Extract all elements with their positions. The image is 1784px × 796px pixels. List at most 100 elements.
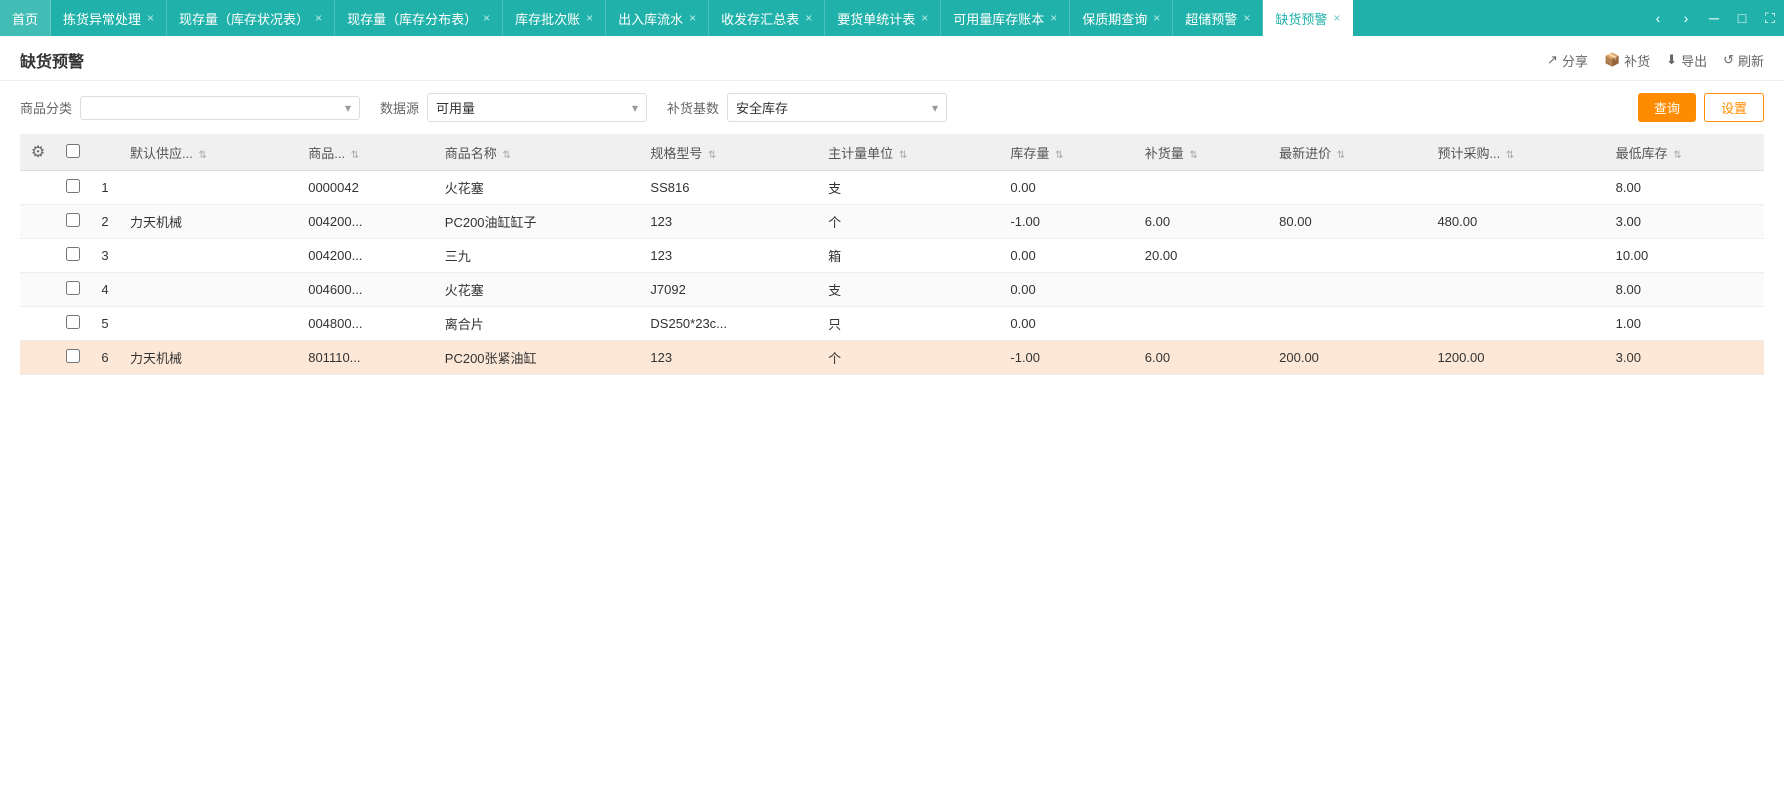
- settings-button[interactable]: 设置: [1704, 93, 1764, 122]
- row-supplier-cell: 力天机械: [120, 205, 298, 239]
- replenish-base-chevron-icon: ▾: [932, 101, 938, 115]
- replenish-base-select[interactable]: 安全库存 ▾: [727, 93, 947, 122]
- tab-abnormal[interactable]: 拣货异常处理 ×: [51, 0, 167, 36]
- row-product-name-cell: 火花塞: [435, 171, 641, 205]
- datasource-select[interactable]: 可用量 ▾: [427, 93, 647, 122]
- col-no-header: [90, 134, 120, 171]
- tab-close-shortage[interactable]: ×: [1333, 11, 1340, 25]
- export-icon: ⬇: [1666, 52, 1677, 68]
- row-estimated-purchase-cell: [1427, 307, 1605, 341]
- row-product-code-cell: 004800...: [298, 307, 435, 341]
- row-replenish-qty-cell: 6.00: [1135, 341, 1269, 375]
- stock-qty-sort-icon[interactable]: ⇅: [1055, 150, 1063, 161]
- tab-stock-batch[interactable]: 库存批次账 ×: [503, 0, 606, 36]
- row-checkbox-0[interactable]: [66, 179, 80, 193]
- estimated-purchase-sort-icon[interactable]: ⇅: [1506, 150, 1514, 161]
- col-latest-price-header: 最新进价 ⇅: [1269, 134, 1427, 171]
- share-action[interactable]: ↗ 分享: [1547, 51, 1588, 70]
- tab-collect-summary[interactable]: 收发存汇总表 ×: [709, 0, 825, 36]
- data-table: ⚙ 默认供应... ⇅ 商品... ⇅ 商品名称: [20, 134, 1764, 375]
- supplier-sort-icon[interactable]: ⇅: [198, 150, 206, 161]
- table-row: 4 004600... 火花塞 J7092 支 0.00 8.00: [20, 273, 1764, 307]
- row-min-stock-cell: 1.00: [1606, 307, 1764, 341]
- table-header-row: ⚙ 默认供应... ⇅ 商品... ⇅ 商品名称: [20, 134, 1764, 171]
- category-filter-group: 商品分类 ▾: [20, 96, 360, 120]
- tab-overstock[interactable]: 超储预警 ×: [1173, 0, 1263, 36]
- tab-stock-status[interactable]: 现存量（库存状况表） ×: [167, 0, 335, 36]
- tab-order-stat[interactable]: 要货单统计表 ×: [825, 0, 941, 36]
- row-supplier-cell: [120, 273, 298, 307]
- refresh-action[interactable]: ↺ 刷新: [1723, 51, 1764, 70]
- tab-home[interactable]: 首页: [0, 0, 51, 36]
- row-unit-cell: 个: [818, 341, 1000, 375]
- row-settings-cell: [20, 273, 56, 307]
- tab-close-abnormal[interactable]: ×: [147, 11, 154, 25]
- tab-close-inout-flow[interactable]: ×: [689, 11, 696, 25]
- row-estimated-purchase-cell: 480.00: [1427, 205, 1605, 239]
- row-supplier-cell: [120, 307, 298, 341]
- tab-close-collect-summary[interactable]: ×: [805, 11, 812, 25]
- replenish-base-label: 补货基数: [667, 98, 719, 117]
- select-all-checkbox[interactable]: [66, 144, 80, 158]
- export-action[interactable]: ⬇ 导出: [1666, 51, 1707, 70]
- tab-nav-prev[interactable]: ‹: [1644, 10, 1672, 26]
- product-name-sort-icon[interactable]: ⇅: [502, 150, 510, 161]
- tab-maximize-btn[interactable]: □: [1728, 10, 1756, 26]
- table-row: 2 力天机械 004200... PC200油缸缸子 123 个 -1.00 6…: [20, 205, 1764, 239]
- row-checkbox-cell: [56, 239, 90, 273]
- row-settings-cell: [20, 171, 56, 205]
- row-product-name-cell: PC200张紧油缸: [435, 341, 641, 375]
- tab-fullscreen-btn[interactable]: ⛶: [1756, 10, 1784, 27]
- row-latest-price-cell: [1269, 307, 1427, 341]
- min-stock-sort-icon[interactable]: ⇅: [1673, 150, 1681, 161]
- tab-expiry[interactable]: 保质期查询 ×: [1070, 0, 1173, 36]
- category-select[interactable]: ▾: [80, 96, 360, 120]
- tab-close-order-stat[interactable]: ×: [921, 11, 928, 25]
- tab-close-stock-status[interactable]: ×: [315, 11, 322, 25]
- page-header: 缺货预警 ↗ 分享 📦 补货 ⬇ 导出 ↺ 刷新: [0, 36, 1784, 81]
- row-latest-price-cell: [1269, 171, 1427, 205]
- tab-close-stock-dist[interactable]: ×: [483, 11, 490, 25]
- replenish-qty-sort-icon[interactable]: ⇅: [1189, 150, 1197, 161]
- col-checkbox-header: [56, 134, 90, 171]
- tab-close-available-ledger[interactable]: ×: [1050, 11, 1057, 25]
- row-checkbox-5[interactable]: [66, 349, 80, 363]
- filter-actions: 查询 设置: [1638, 93, 1764, 122]
- row-checkbox-3[interactable]: [66, 281, 80, 295]
- row-supplier-cell: 力天机械: [120, 341, 298, 375]
- tab-nav-next[interactable]: ›: [1672, 10, 1700, 26]
- datasource-label: 数据源: [380, 98, 419, 117]
- tab-available-ledger[interactable]: 可用量库存账本 ×: [941, 0, 1070, 36]
- datasource-filter-group: 数据源 可用量 ▾: [380, 93, 647, 122]
- datasource-chevron-icon: ▾: [632, 101, 638, 115]
- product-code-sort-icon[interactable]: ⇅: [351, 150, 359, 161]
- tab-close-stock-batch[interactable]: ×: [586, 11, 593, 25]
- row-product-code-cell: 801110...: [298, 341, 435, 375]
- row-checkbox-2[interactable]: [66, 247, 80, 261]
- tab-close-overstock[interactable]: ×: [1243, 11, 1250, 25]
- row-supplier-cell: [120, 171, 298, 205]
- row-min-stock-cell: 3.00: [1606, 341, 1764, 375]
- tab-shortage[interactable]: 缺货预警 ×: [1263, 0, 1353, 36]
- replenish-action[interactable]: 📦 补货: [1604, 51, 1650, 70]
- row-replenish-qty-cell: [1135, 273, 1269, 307]
- row-checkbox-4[interactable]: [66, 315, 80, 329]
- row-product-code-cell: 004600...: [298, 273, 435, 307]
- row-product-code-cell: 004200...: [298, 239, 435, 273]
- tab-close-expiry[interactable]: ×: [1153, 11, 1160, 25]
- latest-price-sort-icon[interactable]: ⇅: [1337, 150, 1345, 161]
- row-product-name-cell: PC200油缸缸子: [435, 205, 641, 239]
- row-product-name-cell: 火花塞: [435, 273, 641, 307]
- col-replenish-qty-header: 补货量 ⇅: [1135, 134, 1269, 171]
- col-unit-header: 主计量单位 ⇅: [818, 134, 1000, 171]
- row-checkbox-1[interactable]: [66, 213, 80, 227]
- tab-inout-flow[interactable]: 出入库流水 ×: [606, 0, 709, 36]
- col-settings: ⚙: [20, 134, 56, 171]
- spec-sort-icon[interactable]: ⇅: [708, 150, 716, 161]
- tab-minimize-btn[interactable]: ─: [1700, 10, 1728, 26]
- unit-sort-icon[interactable]: ⇅: [899, 150, 907, 161]
- table-settings-icon[interactable]: ⚙: [31, 144, 45, 161]
- page-title: 缺货预警: [20, 48, 84, 72]
- tab-stock-dist[interactable]: 现存量（库存分布表） ×: [335, 0, 503, 36]
- query-button[interactable]: 查询: [1638, 93, 1696, 122]
